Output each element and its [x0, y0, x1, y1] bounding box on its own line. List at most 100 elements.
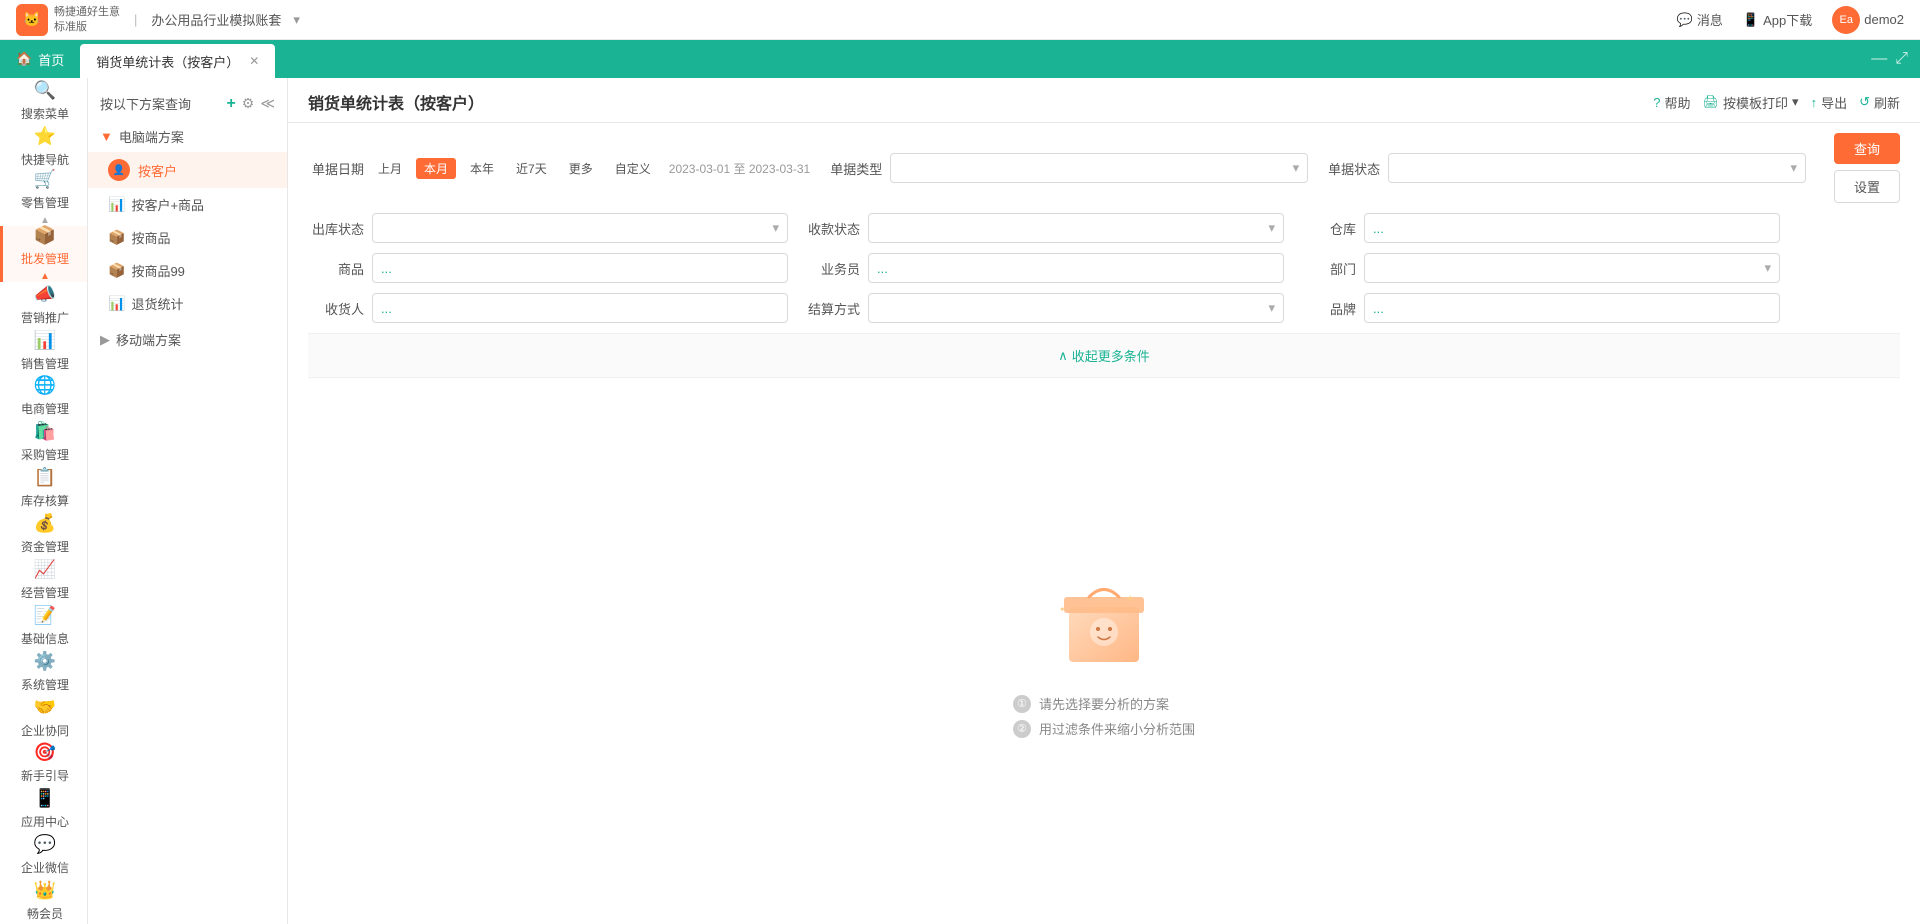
sidebar-item-sales[interactable]: 📊 销售管理	[0, 328, 87, 374]
top-bar-left: 🐱 畅捷通好生意 标准版 | 办公用品行业模拟账套 ▾	[16, 4, 300, 36]
salesperson-col: 业务员 ...	[804, 253, 1284, 283]
sidebar-item-corp-wechat[interactable]: 💬 企业微信	[0, 832, 87, 878]
app-download-button[interactable]: 📱 App下载	[1743, 10, 1812, 29]
doc-status-select[interactable]: ▾	[1388, 153, 1806, 183]
tree-by-customer-product[interactable]: 📊 按客户+商品	[88, 188, 287, 221]
sidebar-item-retail[interactable]: 🛒 零售管理 ▲	[0, 170, 87, 226]
brand-dots[interactable]: ...	[1373, 301, 1384, 316]
sidebar-item-purchase[interactable]: 🛍️ 采购管理	[0, 419, 87, 465]
warehouse-dots[interactable]: ...	[1373, 221, 1384, 236]
refresh-button[interactable]: ↺ 刷新	[1859, 93, 1900, 112]
left-panel: 按以下方案查询 + ⚙ ≪ ▼ 电脑端方案 👤 按客户 📊	[88, 78, 288, 924]
salesperson-label: 业务员	[804, 259, 860, 278]
export-button[interactable]: ↑ 导出	[1811, 93, 1848, 112]
by-customer-product-icon: 📊	[108, 196, 125, 213]
sidebar-item-quick-nav[interactable]: ⭐ 快捷导航	[0, 124, 87, 170]
collapse-panel-button[interactable]: ≪	[260, 95, 275, 112]
date-last-month[interactable]: 上月	[370, 158, 410, 179]
date-quick-group: 上月 本月 本年 近7天 更多 自定义 2023-03-01 至 2023-03…	[370, 158, 810, 179]
left-panel-actions: + ⚙ ≪	[226, 95, 275, 113]
action-buttons: 查询 设置	[1822, 133, 1900, 203]
sidebar-item-marketing[interactable]: 📣 营销推广	[0, 282, 87, 328]
brand-label: 品牌	[1300, 299, 1356, 318]
tab-home[interactable]: 🏠 首页	[0, 40, 80, 78]
desktop-expand-icon: ▼	[100, 129, 113, 144]
sidebar-item-finance[interactable]: 💰 资金管理	[0, 511, 87, 557]
empty-tip-2: ② 用过滤条件来缩小分析范围	[1013, 719, 1195, 738]
tree-mobile-group[interactable]: ▶ 移动端方案	[88, 324, 287, 355]
print-dropdown-icon[interactable]: ▾	[1792, 94, 1799, 110]
expand-button[interactable]: ⤢	[1895, 50, 1908, 68]
date-this-month[interactable]: 本月	[416, 158, 456, 179]
export-icon: ↑	[1811, 95, 1818, 110]
top-dropdown-icon[interactable]: ▾	[293, 12, 300, 28]
doc-type-select[interactable]: ▾	[890, 153, 1308, 183]
date-more[interactable]: 更多	[561, 158, 601, 179]
logo-icon: 🐱	[16, 4, 48, 36]
sidebar-item-operation[interactable]: 📈 经营管理	[0, 557, 87, 603]
date-custom[interactable]: 自定义	[607, 158, 659, 179]
minimize-button[interactable]: —	[1871, 50, 1887, 68]
right-main: 销货单统计表（按客户） ? 帮助 🖨 按模板打印 ▾ ↑ 导出	[288, 78, 1920, 924]
product-input[interactable]: ...	[372, 253, 788, 283]
consignee-input[interactable]: ...	[372, 293, 788, 323]
consignee-dots[interactable]: ...	[381, 301, 392, 316]
scheme-settings-button[interactable]: ⚙	[242, 95, 255, 112]
avatar: Ea	[1832, 6, 1860, 34]
help-button[interactable]: ? 帮助	[1653, 93, 1690, 112]
sidebar-item-basic[interactable]: 📝 基础信息	[0, 603, 87, 649]
settlement-select[interactable]: ▾	[868, 293, 1284, 323]
tab-close-icon[interactable]: ✕	[249, 54, 259, 68]
salesperson-input[interactable]: ...	[868, 253, 1284, 283]
warehouse-input[interactable]: ...	[1364, 213, 1780, 243]
sidebar-item-search[interactable]: 🔍 搜索菜单	[0, 78, 87, 124]
salesperson-dots[interactable]: ...	[877, 261, 888, 276]
message-button[interactable]: 💬 消息	[1677, 10, 1723, 29]
query-button[interactable]: 查询	[1834, 133, 1900, 164]
filter-rows-wrap: 单据日期 上月 本月 本年 近7天 更多 自定义 2023-03-01 至 20…	[308, 123, 1900, 323]
date-this-year[interactable]: 本年	[462, 158, 502, 179]
sidebar-item-ecom[interactable]: 🌐 电商管理	[0, 374, 87, 420]
sidebar-item-system[interactable]: ⚙️ 系统管理	[0, 649, 87, 695]
by-product-icon: 📦	[108, 229, 125, 246]
page-actions: ? 帮助 🖨 按模板打印 ▾ ↑ 导出 ↺ 刷新	[1653, 93, 1900, 112]
doc-status-label: 单据状态	[1324, 159, 1380, 178]
department-select[interactable]: ▾	[1364, 253, 1780, 283]
department-arrow: ▾	[1764, 260, 1771, 276]
by-customer-product-label: 按客户+商品	[131, 195, 204, 214]
tree-by-product-99[interactable]: 📦 按商品99	[88, 254, 287, 287]
empty-tip-1: ① 请先选择要分析的方案	[1013, 694, 1195, 713]
tree-by-customer[interactable]: 👤 按客户	[88, 152, 287, 188]
empty-text: ① 请先选择要分析的方案 ② 用过滤条件来缩小分析范围	[1013, 694, 1195, 744]
by-customer-active-dot: 👤	[108, 159, 130, 181]
tab-sales-stat[interactable]: 销货单统计表（按客户） ✕	[80, 44, 275, 78]
tree-desktop-header[interactable]: ▼ 电脑端方案	[88, 121, 287, 152]
sidebar-item-corp-collab[interactable]: 🤝 企业协同	[0, 695, 87, 741]
sidebar-item-app-center[interactable]: 📱 应用中心	[0, 786, 87, 832]
collapse-row: ∧ 收起更多条件	[308, 333, 1900, 378]
sidebar-item-wholesale[interactable]: 📦 批发管理 ▲	[0, 226, 87, 282]
sidebar-item-inventory[interactable]: 📋 库存核算	[0, 465, 87, 511]
svg-text:✦: ✦	[1059, 605, 1066, 614]
tree-return-stat[interactable]: 📊 退货统计	[88, 287, 287, 320]
brand-input[interactable]: ...	[1364, 293, 1780, 323]
warehouse-col: 仓库 ...	[1300, 213, 1780, 243]
product-dots[interactable]: ...	[381, 261, 392, 276]
collapse-button[interactable]: ∧ 收起更多条件	[1042, 340, 1166, 371]
out-status-select[interactable]: ▾	[372, 213, 788, 243]
settings-button[interactable]: 设置	[1834, 170, 1900, 203]
consignee-col: 收货人 ...	[308, 293, 788, 323]
mobile-expand-icon: ▶	[100, 332, 110, 348]
tree-by-product[interactable]: 📦 按商品	[88, 221, 287, 254]
sidebar-item-newbie[interactable]: 🎯 新手引导	[0, 741, 87, 787]
template-print-button[interactable]: 🖨 按模板打印 ▾	[1703, 93, 1799, 112]
empty-illustration: ✦ ✦	[1044, 562, 1164, 682]
date-label: 单据日期	[308, 159, 364, 178]
user-menu[interactable]: Ea demo2	[1832, 6, 1904, 34]
date-7days[interactable]: 近7天	[508, 158, 555, 179]
tip-num-2: ②	[1013, 720, 1031, 738]
add-scheme-button[interactable]: +	[226, 95, 235, 113]
sidebar-item-member[interactable]: 👑 畅会员	[0, 878, 87, 924]
logo-text: 畅捷通好生意 标准版	[54, 5, 120, 34]
payment-status-select[interactable]: ▾	[868, 213, 1284, 243]
